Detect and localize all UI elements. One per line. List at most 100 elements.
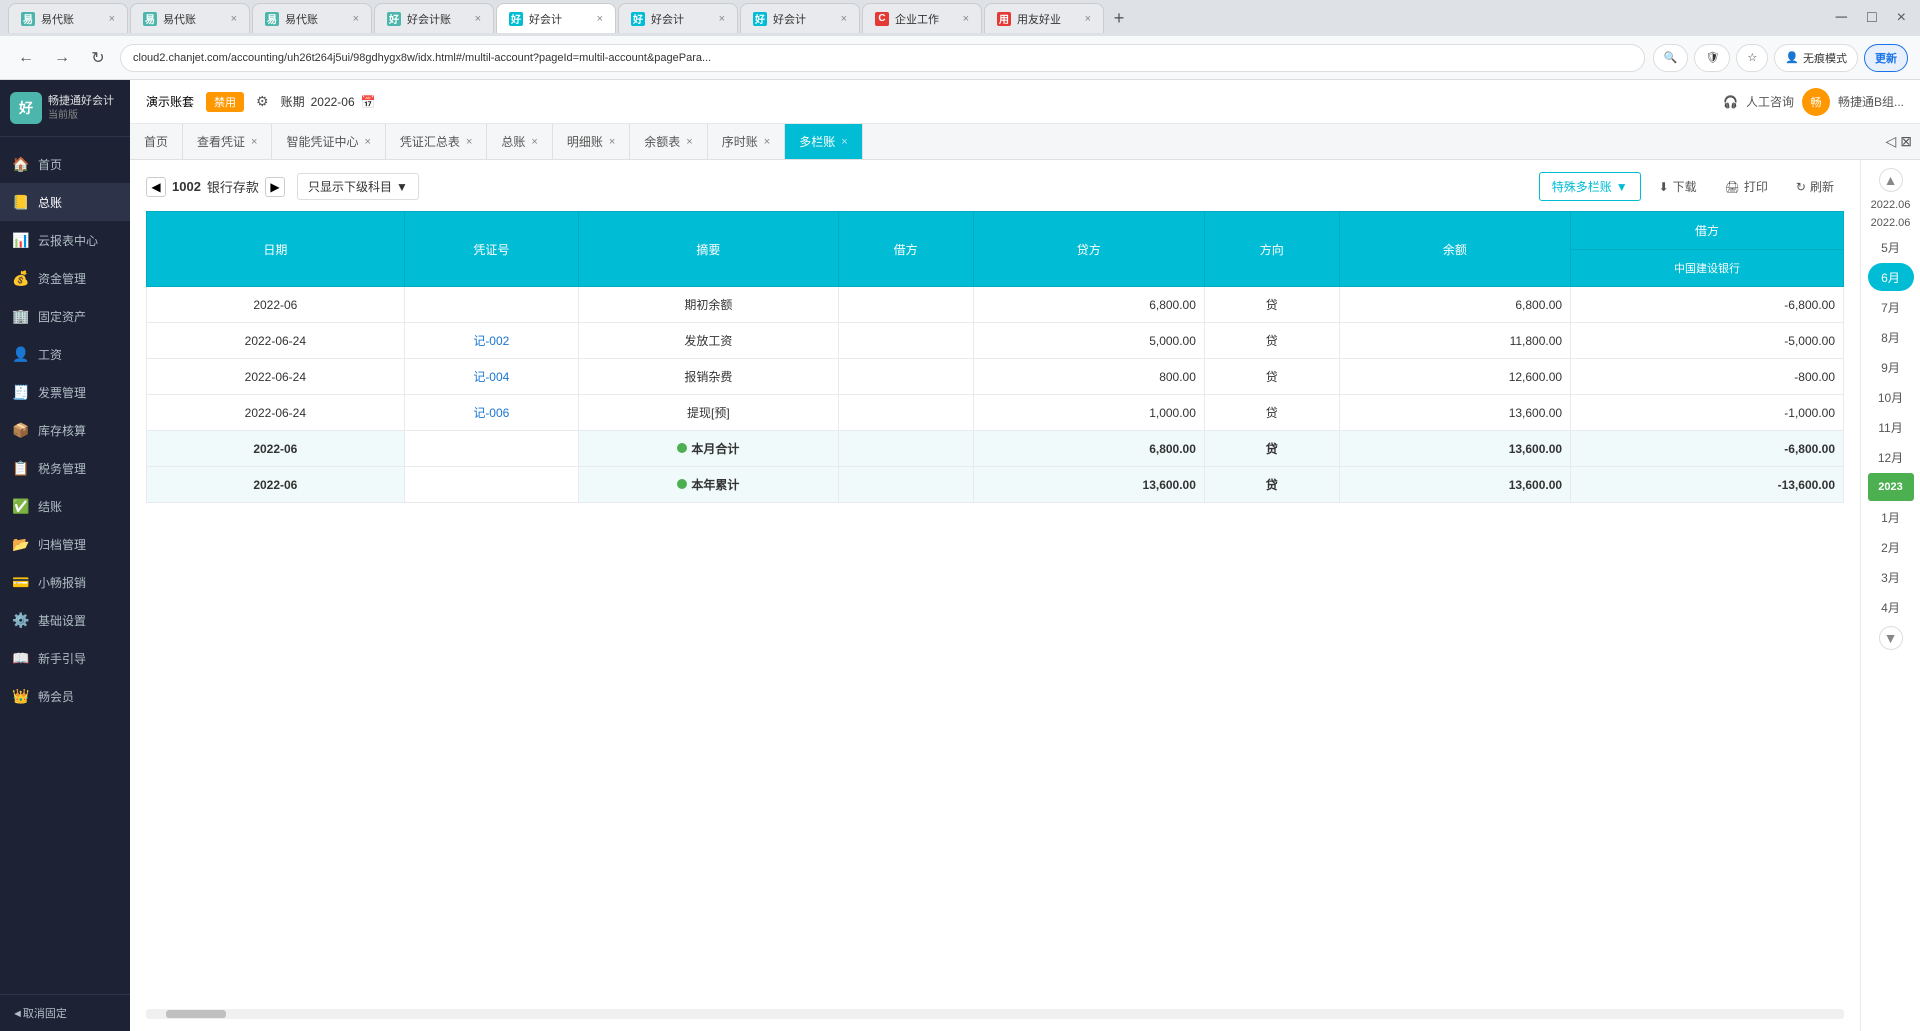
back-button[interactable]: ←	[12, 44, 40, 72]
sidebar-item-settle[interactable]: ✅ 结账	[0, 487, 130, 525]
tab-close-2[interactable]: ×	[231, 13, 237, 25]
tab-close-6[interactable]: ×	[719, 13, 725, 25]
refresh-button[interactable]: ↻ 刷新	[1786, 173, 1844, 200]
sidebar-item-ledger[interactable]: 📒 总账	[0, 183, 130, 221]
tab-close-8[interactable]: ×	[963, 13, 969, 25]
voucher-link[interactable]: 记-006	[473, 406, 509, 420]
browser-tab-3[interactable]: 易 易代账 ×	[252, 3, 372, 33]
search-icon-btn[interactable]: 🔍	[1653, 44, 1689, 72]
sidebar-item-archive[interactable]: 📂 归档管理	[0, 525, 130, 563]
sidebar-item-tax[interactable]: 📋 税务管理	[0, 449, 130, 487]
address-input[interactable]	[120, 44, 1645, 72]
cell-bank-amount: -5,000.00	[1571, 323, 1844, 359]
tab-close-7[interactable]: ×	[841, 13, 847, 25]
shield-icon-btn[interactable]: 🛡	[1694, 44, 1730, 72]
sidebar-item-home[interactable]: 🏠 首页	[0, 145, 130, 183]
main-content: 演示账套 禁用 ⚙ 账期 2022-06 📅 🎧 人工咨询 畅 畅捷通B组...…	[130, 80, 1920, 1031]
next-account-button[interactable]: ▶	[265, 177, 285, 197]
month-apr-2023[interactable]: 4月	[1868, 593, 1914, 621]
tab-close-1[interactable]: ×	[109, 13, 115, 25]
refresh-button[interactable]: ↻	[84, 44, 112, 72]
browser-tab-5[interactable]: 好 好会计 ×	[496, 3, 616, 33]
tab-journal[interactable]: 序时账 ×	[708, 124, 785, 160]
tab-multi[interactable]: 多栏账 ×	[785, 124, 862, 160]
month-august[interactable]: 8月	[1868, 323, 1914, 351]
calendar-scroll-down[interactable]: ▼	[1879, 626, 1903, 650]
tab-label-2: 易代账	[163, 11, 225, 27]
maximize-button[interactable]: □	[1861, 7, 1883, 29]
tab-close-multi[interactable]: ×	[841, 136, 847, 148]
update-button[interactable]: 更新	[1864, 44, 1908, 72]
browser-tab-7[interactable]: 好 好会计 ×	[740, 3, 860, 33]
sidebar-item-settings[interactable]: ⚙️ 基础设置	[0, 601, 130, 639]
tab-general[interactable]: 总账 ×	[487, 124, 552, 160]
tab-close-9[interactable]: ×	[1085, 13, 1091, 25]
month-september[interactable]: 9月	[1868, 353, 1914, 381]
tab-close-3[interactable]: ×	[353, 13, 359, 25]
tab-close-general[interactable]: ×	[531, 136, 537, 148]
tab-close-summary[interactable]: ×	[466, 136, 472, 148]
col-header-bank: 中国建设银行	[1571, 250, 1844, 287]
special-multicolumn-button[interactable]: 特殊多栏账 ▼	[1539, 172, 1641, 201]
tab-close-smart[interactable]: ×	[364, 136, 370, 148]
user-icon: 👤	[1785, 51, 1799, 64]
forward-button[interactable]: →	[48, 44, 76, 72]
collapse-tabs-icon[interactable]: ◁	[1885, 133, 1896, 150]
sidebar-item-member[interactable]: 👑 畅会员	[0, 677, 130, 715]
download-button[interactable]: ⬇ 下载	[1649, 173, 1707, 200]
browser-tab-1[interactable]: 易 易代账 ×	[8, 3, 128, 33]
month-may[interactable]: 5月	[1868, 233, 1914, 261]
tab-close-voucher[interactable]: ×	[251, 136, 257, 148]
sidebar-item-fund[interactable]: 💰 资金管理	[0, 259, 130, 297]
expand-pane-icon[interactable]: ⊠	[1900, 133, 1912, 150]
tab-home[interactable]: 首页	[130, 124, 183, 160]
browser-tab-9[interactable]: 用 用友好业 ×	[984, 3, 1104, 33]
month-jan-2023[interactable]: 1月	[1868, 503, 1914, 531]
calendar-icon[interactable]: 📅	[361, 95, 376, 109]
tab-close-balance[interactable]: ×	[686, 136, 692, 148]
help-label[interactable]: 人工咨询	[1746, 93, 1794, 110]
filter-button[interactable]: 只显示下级科目 ▼	[297, 173, 419, 200]
month-feb-2023[interactable]: 2月	[1868, 533, 1914, 561]
user-label[interactable]: 畅捷通B组...	[1838, 93, 1904, 110]
tab-close-detail[interactable]: ×	[609, 136, 615, 148]
tab-close-journal[interactable]: ×	[764, 136, 770, 148]
sidebar-item-expense[interactable]: 💳 小畅报销	[0, 563, 130, 601]
month-june[interactable]: 6月	[1868, 263, 1914, 291]
voucher-link[interactable]: 记-004	[473, 370, 509, 384]
tab-balance[interactable]: 余额表 ×	[630, 124, 707, 160]
sidebar-item-report[interactable]: 📊 云报表中心	[0, 221, 130, 259]
sidebar-item-stock[interactable]: 📦 库存核算	[0, 411, 130, 449]
profile-button[interactable]: 👤 无痕模式	[1774, 44, 1858, 72]
horizontal-scrollbar[interactable]	[146, 1009, 1844, 1019]
print-button[interactable]: 🖨 打印	[1715, 173, 1778, 200]
close-window-button[interactable]: ×	[1891, 7, 1912, 29]
tab-detail[interactable]: 明细账 ×	[553, 124, 630, 160]
month-july[interactable]: 7月	[1868, 293, 1914, 321]
new-tab-button[interactable]: +	[1106, 5, 1132, 31]
browser-tab-2[interactable]: 易 易代账 ×	[130, 3, 250, 33]
browser-tab-6[interactable]: 好 好会计 ×	[618, 3, 738, 33]
unpin-button[interactable]: ◄取消固定	[12, 1005, 118, 1021]
tab-close-5[interactable]: ×	[597, 13, 603, 25]
month-mar-2023[interactable]: 3月	[1868, 563, 1914, 591]
calendar-scroll-up[interactable]: ▲	[1879, 168, 1903, 192]
browser-tab-8[interactable]: C 企业工作 ×	[862, 3, 982, 33]
minimize-button[interactable]: ─	[1830, 7, 1853, 29]
sidebar-item-asset[interactable]: 🏢 固定资产	[0, 297, 130, 335]
star-icon-btn[interactable]: ☆	[1736, 44, 1768, 72]
prev-account-button[interactable]: ◀	[146, 177, 166, 197]
tab-voucher[interactable]: 查看凭证 ×	[183, 124, 272, 160]
tab-smart[interactable]: 智能凭证中心 ×	[272, 124, 385, 160]
sidebar-item-invoice[interactable]: 🧾 发票管理	[0, 373, 130, 411]
tab-close-4[interactable]: ×	[475, 13, 481, 25]
voucher-link[interactable]: 记-002	[473, 334, 509, 348]
browser-tab-4[interactable]: 好 好会计账 ×	[374, 3, 494, 33]
month-october[interactable]: 10月	[1868, 383, 1914, 411]
month-november[interactable]: 11月	[1868, 413, 1914, 441]
sidebar-item-guide[interactable]: 📖 新手引导	[0, 639, 130, 677]
month-december[interactable]: 12月	[1868, 443, 1914, 471]
tab-summary[interactable]: 凭证汇总表 ×	[386, 124, 487, 160]
settings-icon-btn[interactable]: ⚙	[256, 93, 269, 110]
sidebar-item-salary[interactable]: 👤 工资	[0, 335, 130, 373]
